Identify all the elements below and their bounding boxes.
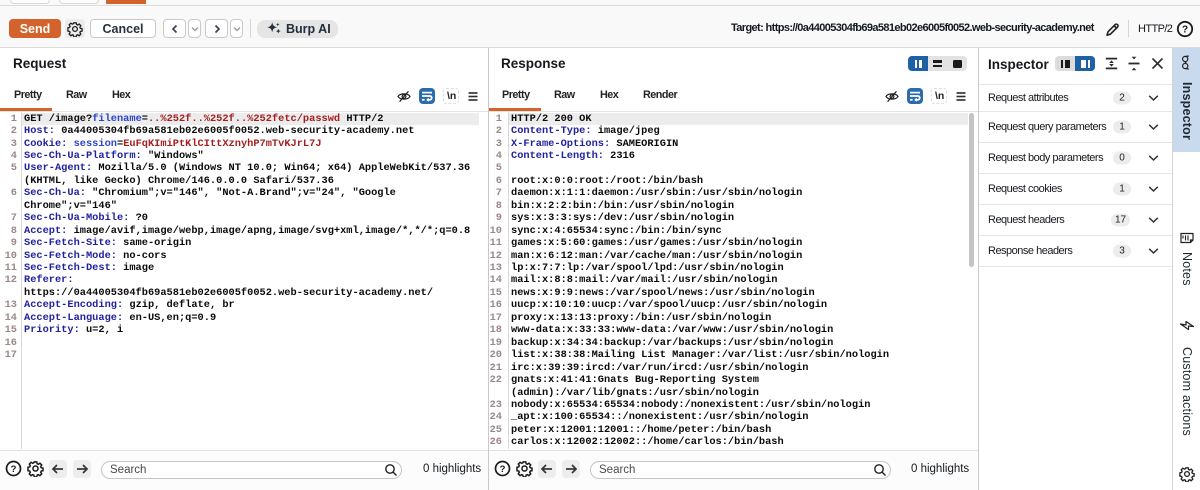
svg-text:?: ? — [1182, 25, 1188, 36]
svg-text:?: ? — [500, 464, 506, 475]
svg-text:?: ? — [11, 464, 17, 475]
